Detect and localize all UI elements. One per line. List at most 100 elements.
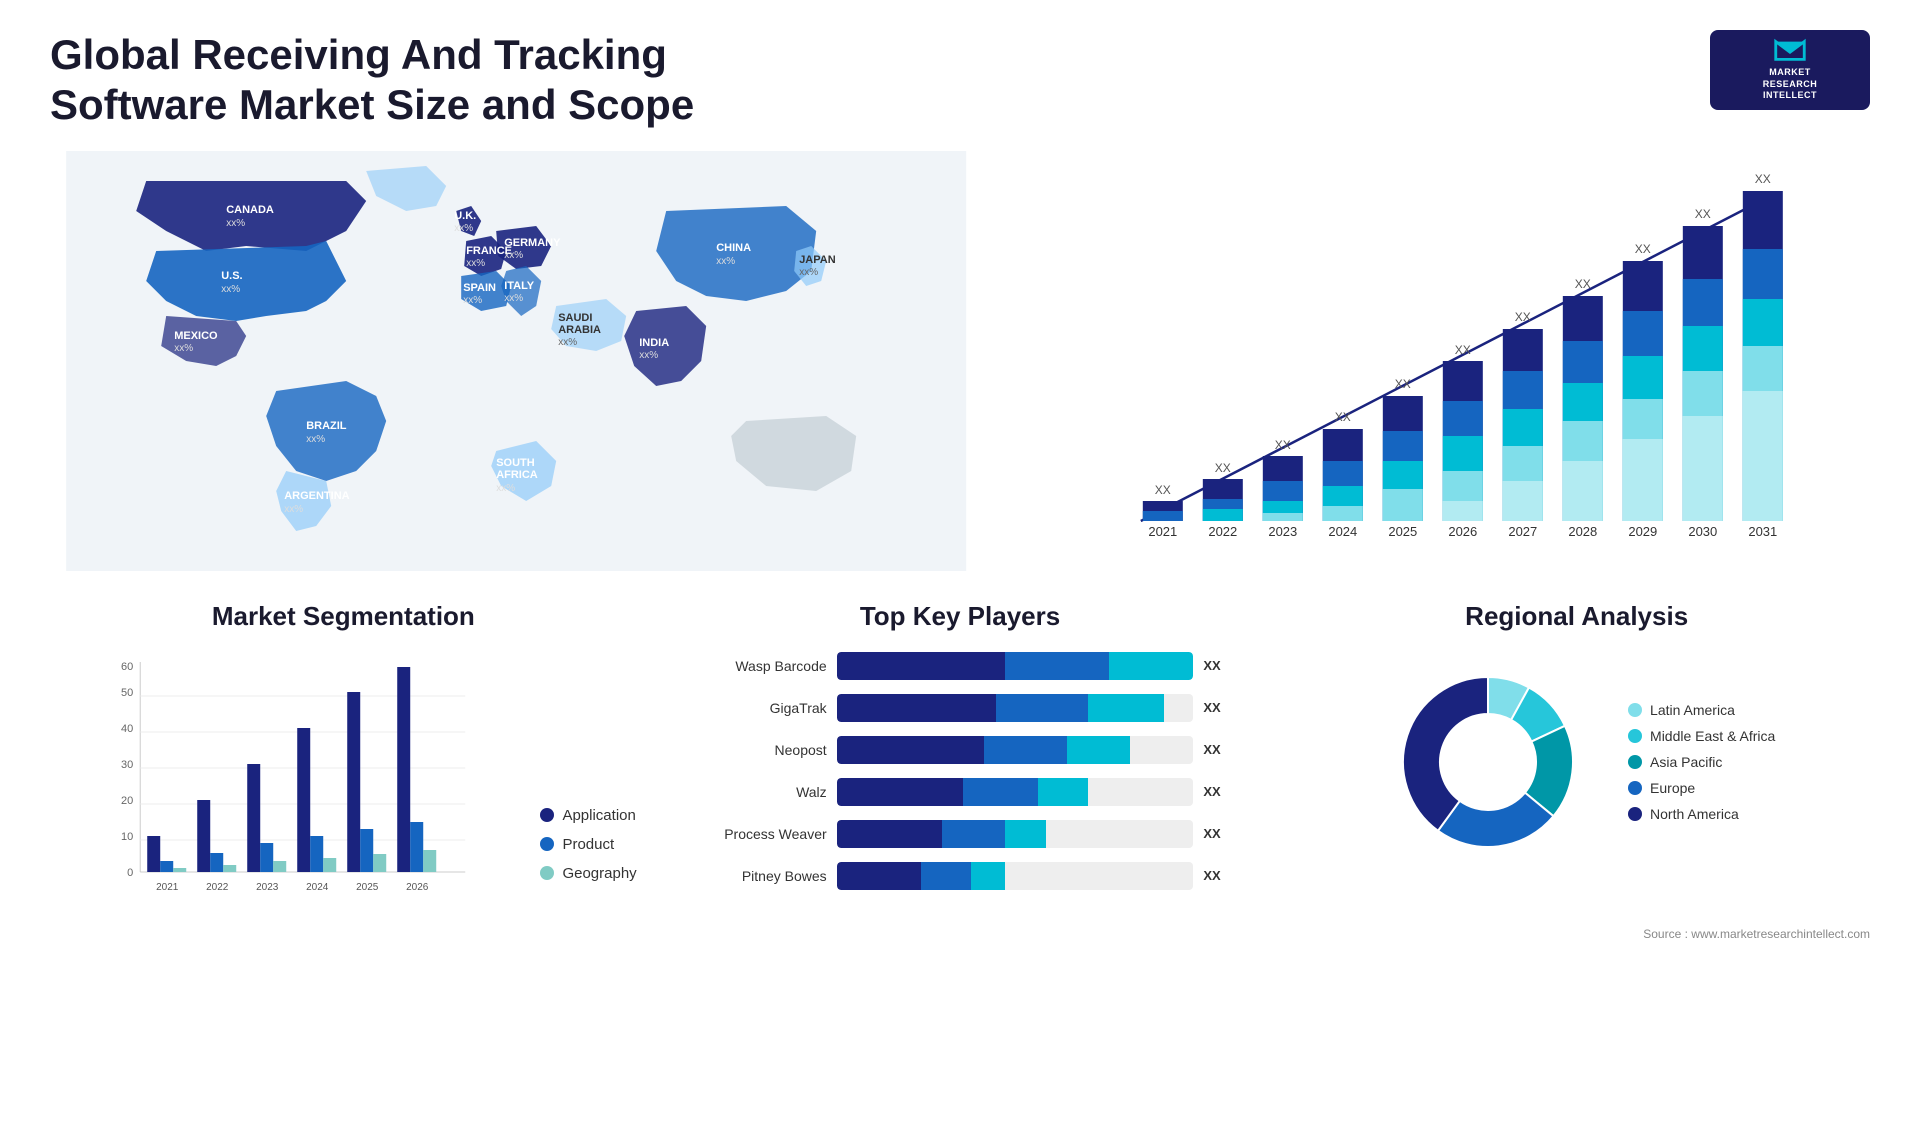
player-value: XX (1203, 784, 1233, 799)
legend-geography: Geography (540, 865, 636, 882)
key-players-section: Top Key Players Wasp Barcode XX GigaTrak (667, 601, 1254, 912)
logo-text: MARKET RESEARCH INTELLECT (1763, 67, 1818, 102)
spain-value: xx% (463, 295, 482, 306)
svg-text:XX: XX (1215, 461, 1231, 475)
regional-section: Regional Analysis Latin America Middle E… (1283, 601, 1870, 912)
svg-text:2024: 2024 (1329, 524, 1358, 539)
svg-text:2023: 2023 (256, 882, 279, 893)
italy-label: ITALY (504, 280, 535, 292)
application-label: Application (562, 807, 635, 824)
player-bar-seg2 (921, 862, 971, 890)
spain-label: SPAIN (463, 282, 496, 294)
svg-text:XX: XX (1635, 242, 1651, 256)
svg-text:2025: 2025 (356, 882, 379, 893)
player-bar-seg2 (984, 736, 1068, 764)
player-bar-seg3 (1088, 694, 1164, 722)
saudi-value: xx% (558, 337, 577, 348)
header: Global Receiving And Tracking Software M… (50, 30, 1870, 131)
logo-icon (1770, 38, 1810, 63)
svg-text:XX: XX (1155, 483, 1171, 497)
regional-dot (1628, 781, 1642, 795)
canada-label: CANADA (226, 204, 274, 216)
saudi-label: SAUDI (558, 312, 592, 324)
source-text: Source : www.marketresearchintellect.com (50, 927, 1870, 941)
svg-text:20: 20 (121, 795, 133, 807)
product-dot (540, 837, 554, 851)
player-bar-seg1 (837, 820, 942, 848)
regional-legend-item: Asia Pacific (1628, 754, 1775, 770)
regional-legend: Latin America Middle East & Africa Asia … (1628, 702, 1775, 822)
player-name: Process Weaver (687, 826, 827, 842)
svg-text:2028: 2028 (1569, 524, 1598, 539)
players-list: Wasp Barcode XX GigaTrak XX Neopost (667, 652, 1254, 890)
canada-value: xx% (226, 218, 245, 229)
us-value: xx% (221, 284, 240, 295)
brazil-label: BRAZIL (306, 420, 347, 432)
player-bar-seg3 (1005, 820, 1047, 848)
regional-label: Europe (1650, 780, 1695, 796)
page-title: Global Receiving And Tracking Software M… (50, 30, 750, 131)
svg-text:0: 0 (127, 867, 133, 879)
logo-area: MARKET RESEARCH INTELLECT (1710, 30, 1870, 110)
regional-wrap: Latin America Middle East & Africa Asia … (1283, 652, 1870, 872)
player-value: XX (1203, 700, 1233, 715)
player-row: Process Weaver XX (687, 820, 1234, 848)
svg-text:XX: XX (1755, 172, 1771, 186)
japan-label: JAPAN (799, 254, 836, 266)
svg-text:XX: XX (1455, 343, 1471, 357)
page-container: Global Receiving And Tracking Software M… (0, 0, 1920, 1146)
regional-dot (1628, 755, 1642, 769)
player-value: XX (1203, 826, 1233, 841)
player-bar-track (837, 820, 1194, 848)
seg-chart-svg: 0 10 20 30 40 50 60 (50, 652, 520, 912)
mexico-label: MEXICO (174, 330, 218, 342)
world-map-container: CANADA xx% U.S. xx% MEXICO xx% BRAZIL xx… (50, 151, 982, 571)
us-label: U.S. (221, 270, 242, 282)
regional-legend-item: North America (1628, 806, 1775, 822)
pie-chart-svg (1378, 652, 1598, 872)
france-value: xx% (466, 258, 485, 269)
player-bar-seg2 (996, 694, 1088, 722)
segmentation-title: Market Segmentation (50, 601, 637, 632)
svg-text:2022: 2022 (1209, 524, 1238, 539)
svg-text:2025: 2025 (1389, 524, 1418, 539)
svg-text:2021: 2021 (1149, 524, 1178, 539)
bottom-row: Market Segmentation 0 10 20 30 40 50 (50, 601, 1870, 912)
player-value: XX (1203, 868, 1233, 883)
svg-text:2023: 2023 (1269, 524, 1298, 539)
svg-text:50: 50 (121, 687, 133, 699)
svg-text:2021: 2021 (156, 882, 179, 893)
svg-text:2029: 2029 (1629, 524, 1658, 539)
player-row: Walz XX (687, 778, 1234, 806)
svg-text:30: 30 (121, 759, 133, 771)
player-name: Wasp Barcode (687, 658, 827, 674)
chart-section: 2021 XX 2022 XX 2023 XX (1022, 151, 1870, 571)
segmentation-section: Market Segmentation 0 10 20 30 40 50 (50, 601, 637, 912)
player-bar (837, 736, 1194, 764)
argentina-value: xx% (284, 504, 303, 515)
seg-chart-area: 0 10 20 30 40 50 60 (50, 652, 520, 912)
world-map-svg: CANADA xx% U.S. xx% MEXICO xx% BRAZIL xx… (50, 151, 982, 571)
regional-legend-item: Latin America (1628, 702, 1775, 718)
player-bar-seg2 (942, 820, 1005, 848)
player-bar-seg2 (1005, 652, 1110, 680)
regional-title: Regional Analysis (1283, 601, 1870, 632)
player-bar-track (837, 862, 1194, 890)
player-bar-seg3 (1109, 652, 1193, 680)
product-label: Product (562, 836, 614, 853)
svg-text:XX: XX (1515, 310, 1531, 324)
player-value: XX (1203, 742, 1233, 757)
player-bar-track (837, 778, 1194, 806)
player-bar-track (837, 736, 1194, 764)
player-bar-seg1 (837, 778, 963, 806)
regional-legend-item: Middle East & Africa (1628, 728, 1775, 744)
regional-legend-item: Europe (1628, 780, 1775, 796)
china-label: CHINA (716, 242, 751, 254)
italy-value: xx% (504, 293, 523, 304)
player-bar-seg1 (837, 862, 921, 890)
player-bar (837, 862, 1194, 890)
germany-label: GERMANY (504, 237, 561, 249)
svg-text:XX: XX (1695, 207, 1711, 221)
svg-text:60: 60 (121, 661, 133, 673)
svg-text:2024: 2024 (306, 882, 329, 893)
